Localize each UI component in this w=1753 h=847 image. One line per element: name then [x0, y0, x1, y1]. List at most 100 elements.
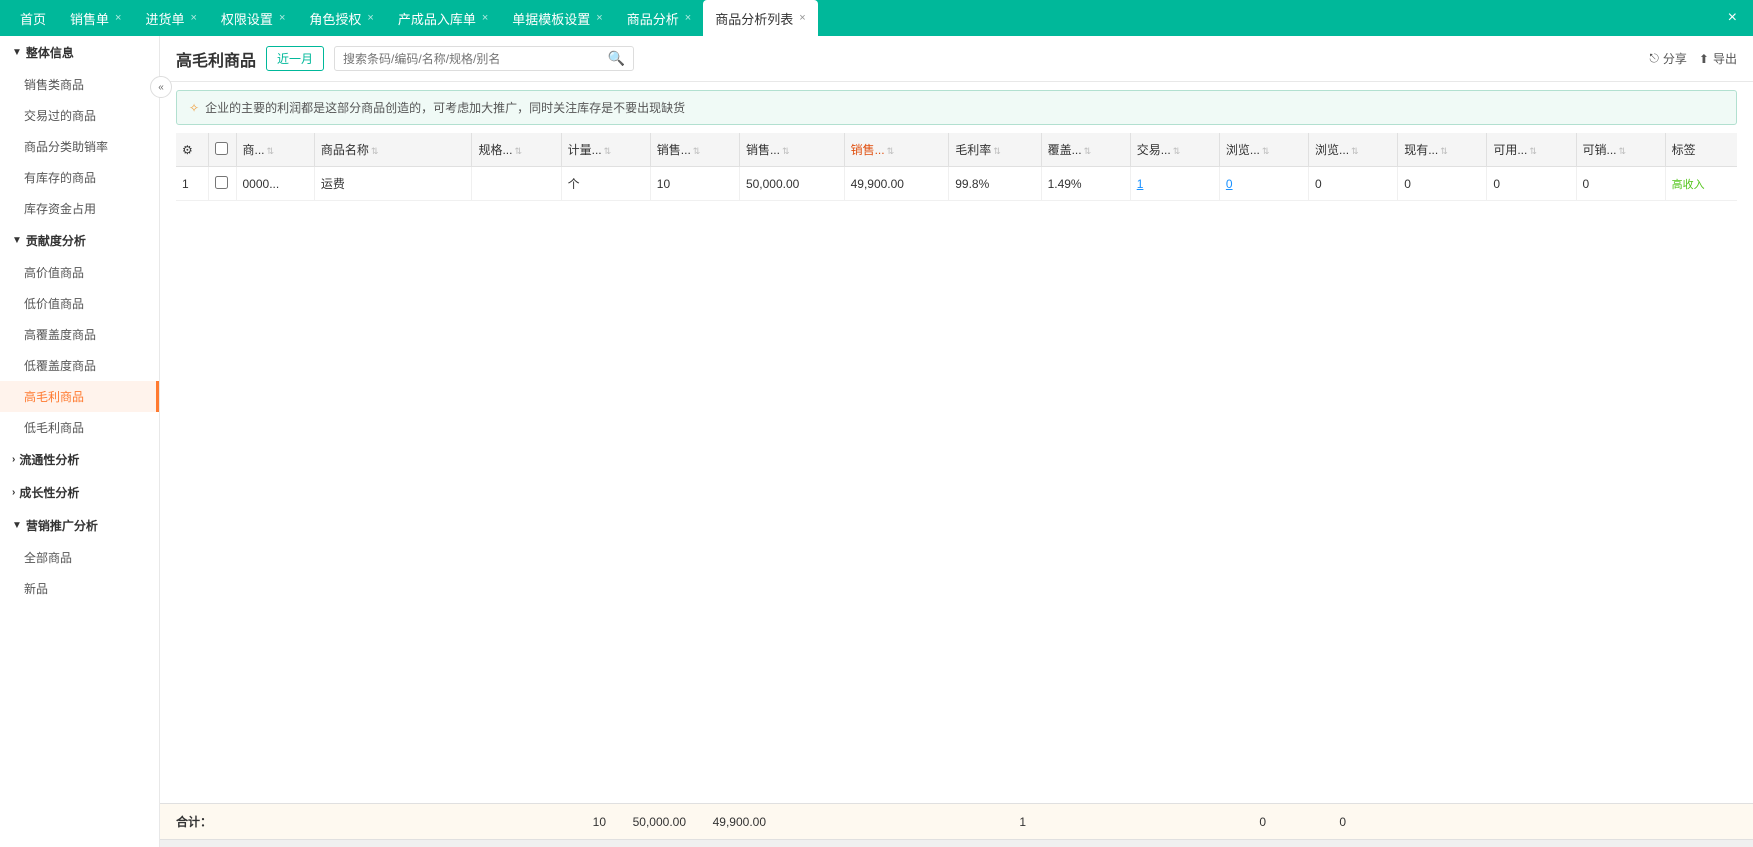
tab-permission-label: 权限设置	[221, 9, 273, 28]
cell-browse1[interactable]: 0	[1219, 167, 1308, 201]
tab-template-close[interactable]: ×	[596, 12, 602, 24]
sidebar-item-sales-goods[interactable]: 销售类商品	[0, 69, 159, 100]
sidebar-item-stock-capital[interactable]: 库存资金占用	[0, 193, 159, 224]
col-browse2[interactable]: 浏览...⇅	[1309, 133, 1398, 167]
footer-total-row: 合计： 10 50,000.00 49,900.00 1 0 0	[160, 803, 1753, 839]
export-label: 导出	[1713, 50, 1737, 67]
sidebar-item-in-stock[interactable]: 有库存的商品	[0, 162, 159, 193]
tab-sales-close[interactable]: ×	[115, 12, 121, 24]
col-unit[interactable]: 计量...⇅	[561, 133, 650, 167]
share-button[interactable]: ⎋ 分享	[1649, 50, 1687, 67]
export-icon: ⬆	[1699, 52, 1709, 66]
cell-current-stock: 0	[1398, 167, 1487, 201]
sidebar-item-low-margin[interactable]: 低毛利商品	[0, 412, 159, 443]
footer-sales-qty	[232, 815, 532, 829]
browse1-link[interactable]: 0	[1226, 177, 1233, 191]
cell-available: 0	[1487, 167, 1576, 201]
col-spec[interactable]: 规格...⇅	[472, 133, 561, 167]
sort-icon-available: ⇅	[1529, 146, 1537, 156]
select-all-checkbox[interactable]	[215, 142, 228, 155]
tab-sales[interactable]: 销售单 ×	[58, 0, 133, 36]
footer-sales-amount: 50,000.00	[612, 815, 692, 829]
col-coverage[interactable]: 覆盖...⇅	[1041, 133, 1130, 167]
sidebar-item-all-goods[interactable]: 全部商品	[0, 542, 159, 573]
footer-sales-profit: 49,900.00	[692, 815, 772, 829]
tab-analysis-list[interactable]: 商品分析列表 ×	[703, 0, 817, 36]
close-all-tabs[interactable]: ×	[1720, 9, 1745, 27]
sidebar-group-overall[interactable]: ▼ 整体信息	[0, 36, 159, 69]
sidebar-item-high-value[interactable]: 高价值商品	[0, 257, 159, 288]
main-layout: ▼ 整体信息 销售类商品 交易过的商品 商品分类助销率 有库存的商品 库存资金占…	[0, 36, 1753, 847]
tab-template[interactable]: 单据模板设置 ×	[500, 0, 614, 36]
tab-role[interactable]: 角色授权 ×	[297, 0, 385, 36]
cell-code: 0000...	[236, 167, 314, 201]
col-settings[interactable]: ⚙	[176, 133, 208, 167]
tab-role-label: 角色授权	[309, 9, 361, 28]
tab-purchase-close[interactable]: ×	[190, 12, 196, 24]
row-checkbox[interactable]	[215, 176, 228, 189]
cell-sales-amount: 50,000.00	[739, 167, 844, 201]
tab-role-close[interactable]: ×	[367, 12, 373, 24]
sidebar-group-growth-label: 成长性分析	[19, 484, 79, 501]
cell-index: 1	[176, 167, 208, 201]
cell-gross-margin: 99.8%	[949, 167, 1041, 201]
sort-icon-coverage: ⇅	[1084, 146, 1092, 156]
sort-icon-current-stock: ⇅	[1440, 146, 1448, 156]
footer-available: 0	[1272, 815, 1352, 829]
transaction-link[interactable]: 1	[1137, 177, 1144, 191]
col-browse1[interactable]: 浏览...⇅	[1219, 133, 1308, 167]
sidebar-item-new-goods[interactable]: 新品	[0, 573, 159, 604]
sidebar-group-liquidity-label: 流通性分析	[19, 451, 79, 468]
tab-analysis-close[interactable]: ×	[685, 12, 691, 24]
footer-empty1	[772, 815, 872, 829]
col-tag[interactable]: 标签	[1665, 133, 1737, 167]
footer-browse2	[1112, 815, 1192, 829]
sidebar-item-high-coverage[interactable]: 高覆盖度商品	[0, 319, 159, 350]
sidebar-group-contribution[interactable]: ▼ 贡献度分析	[0, 224, 159, 257]
date-filter-button[interactable]: 近一月	[266, 46, 324, 71]
col-gross-margin[interactable]: 毛利率⇅	[949, 133, 1041, 167]
search-input[interactable]	[343, 52, 608, 66]
tab-permission[interactable]: 权限设置 ×	[209, 0, 297, 36]
table-row: 1 0000... 运费 个 10 50,000.00 49,900.00 99…	[176, 167, 1737, 201]
sidebar-item-low-coverage[interactable]: 低覆盖度商品	[0, 350, 159, 381]
tab-purchase[interactable]: 进货单 ×	[133, 0, 208, 36]
col-current-stock[interactable]: 现有...⇅	[1398, 133, 1487, 167]
cell-browse2: 0	[1309, 167, 1398, 201]
tab-analysis-list-close[interactable]: ×	[799, 12, 805, 24]
sidebar-item-low-value[interactable]: 低价值商品	[0, 288, 159, 319]
sidebar-group-marketing[interactable]: ▼ 营销推广分析	[0, 509, 159, 542]
cell-spec	[472, 167, 561, 201]
export-button[interactable]: ⬆ 导出	[1699, 50, 1737, 67]
tab-sales-label: 销售单	[70, 9, 109, 28]
tab-product-in-close[interactable]: ×	[482, 12, 488, 24]
col-sales-qty[interactable]: 销售...⇅	[650, 133, 739, 167]
tab-home[interactable]: 首页	[8, 0, 58, 36]
sidebar-group-liquidity[interactable]: › 流通性分析	[0, 443, 159, 476]
horizontal-scrollbar[interactable]	[160, 839, 1753, 847]
col-code[interactable]: 商...⇅	[236, 133, 314, 167]
sidebar-item-traded-goods[interactable]: 交易过的商品	[0, 100, 159, 131]
col-transaction[interactable]: 交易...⇅	[1130, 133, 1219, 167]
sidebar-group-growth[interactable]: › 成长性分析	[0, 476, 159, 509]
sort-icon-gross-margin: ⇅	[993, 146, 1001, 156]
tab-product-in[interactable]: 产成品入库单 ×	[386, 0, 500, 36]
tab-permission-close[interactable]: ×	[279, 12, 285, 24]
col-sellable[interactable]: 可销...⇅	[1576, 133, 1665, 167]
sidebar-item-high-margin[interactable]: 高毛利商品	[0, 381, 159, 412]
arrow-overall: ▼	[12, 47, 22, 58]
sidebar-item-category-rate[interactable]: 商品分类助销率	[0, 131, 159, 162]
col-sales-amount[interactable]: 销售...⇅	[739, 133, 844, 167]
sort-icon-spec: ⇅	[514, 146, 522, 156]
sidebar-collapse-button[interactable]: «	[150, 76, 172, 98]
cell-checkbox[interactable]	[208, 167, 236, 201]
tab-analysis[interactable]: 商品分析 ×	[615, 0, 703, 36]
col-sales-profit[interactable]: 销售...⇅	[844, 133, 949, 167]
cell-transaction[interactable]: 1	[1130, 167, 1219, 201]
search-icon[interactable]: 🔍	[608, 50, 625, 67]
col-checkbox[interactable]	[208, 133, 236, 167]
col-name[interactable]: 商品名称⇅	[314, 133, 472, 167]
share-icon: ⎋	[1649, 51, 1659, 66]
top-navigation: 首页 销售单 × 进货单 × 权限设置 × 角色授权 × 产成品入库单 × 单据…	[0, 0, 1753, 36]
col-available[interactable]: 可用...⇅	[1487, 133, 1576, 167]
